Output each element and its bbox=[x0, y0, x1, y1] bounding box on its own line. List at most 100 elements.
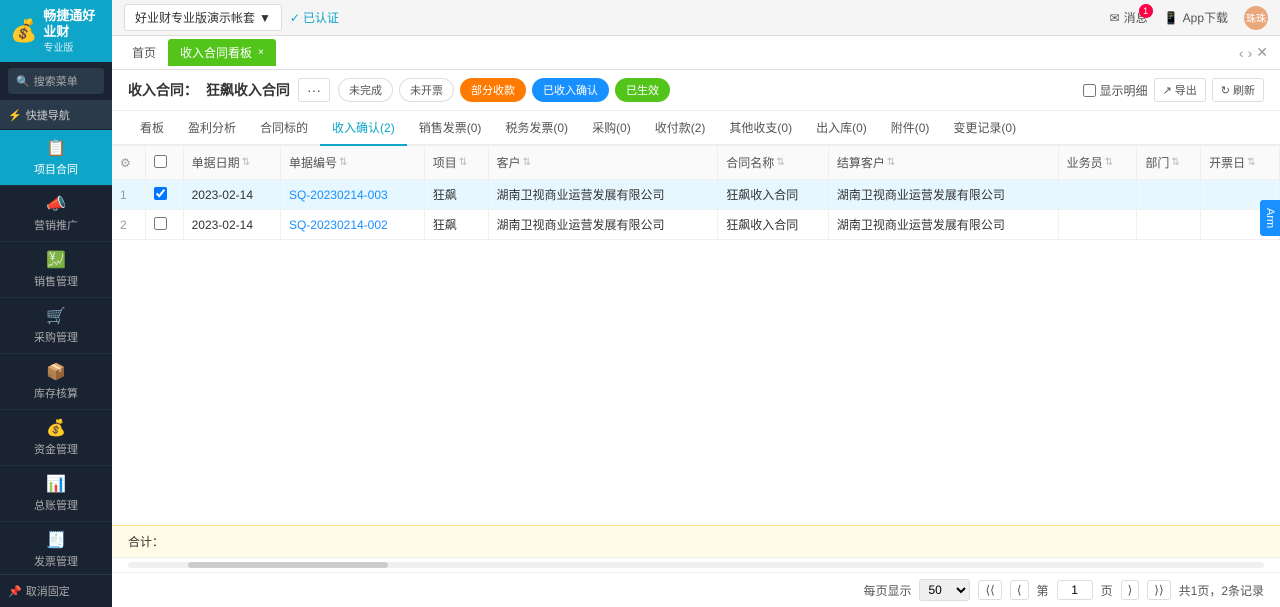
col-header-bill_date[interactable]: 开票日 ⇅ bbox=[1201, 146, 1280, 180]
sub-tab-出入库[interactable]: 出入库(0) bbox=[804, 111, 879, 146]
quick-nav-button[interactable]: ⚡ 快捷导航 bbox=[0, 101, 112, 130]
select-all-checkbox[interactable] bbox=[154, 155, 167, 168]
message-badge: 1 bbox=[1139, 4, 1153, 18]
pin-icon: 📌 bbox=[8, 585, 22, 598]
table-cell-date: 2023-02-14 bbox=[183, 210, 280, 240]
topbar: 好业财专业版演示帐套 ▼ ✓ 已认证 ✉ 消息 1 📱 App下载 珠珠 bbox=[112, 0, 1280, 36]
current-page-input[interactable] bbox=[1057, 580, 1093, 600]
sub-tab-合同标的[interactable]: 合同标的 bbox=[248, 111, 320, 146]
refresh-button[interactable]: ↻ 刷新 bbox=[1212, 78, 1264, 102]
table-cell-checkbox bbox=[146, 180, 183, 210]
right-float-panel[interactable]: Arm bbox=[1260, 200, 1280, 236]
table-header: ⚙ 单据日期 ⇅单据编号 ⇅项目 ⇅客户 ⇅合同名称 ⇅结算客户 ⇅业务员 ⇅部门… bbox=[112, 146, 1280, 180]
sub-tab-看板[interactable]: 看板 bbox=[128, 111, 176, 146]
sidebar-item-invoice[interactable]: 🧾发票管理 bbox=[0, 522, 112, 574]
refresh-icon: ↻ bbox=[1221, 84, 1230, 97]
settings-gear-icon[interactable]: ⚙ bbox=[120, 156, 131, 170]
sub-tab-销售发票[interactable]: 销售发票(0) bbox=[407, 111, 494, 146]
col-header-contract_name[interactable]: 合同名称 ⇅ bbox=[718, 146, 829, 180]
search-menu-button[interactable]: 🔍 搜索菜单 bbox=[8, 68, 104, 94]
marketing-icon: 📣 bbox=[46, 194, 66, 214]
sidebar-item-funds[interactable]: 💰资金管理 bbox=[0, 410, 112, 466]
sub-tab-其他收支[interactable]: 其他收支(0) bbox=[717, 111, 804, 146]
show-detail-checkbox[interactable]: 显示明细 bbox=[1083, 82, 1148, 99]
col-header-end_customer[interactable]: 结算客户 ⇅ bbox=[828, 146, 1058, 180]
topbar-left: 好业财专业版演示帐套 ▼ ✓ 已认证 bbox=[124, 4, 339, 31]
sidebar-item-marketing[interactable]: 📣营销推广 bbox=[0, 186, 112, 242]
table-cell-checkbox bbox=[146, 210, 183, 240]
footer-totals: 合计： bbox=[112, 525, 1280, 557]
tab-close-all-button[interactable]: ✕ bbox=[1256, 44, 1268, 61]
page-size-select[interactable]: 2050100 bbox=[919, 579, 970, 601]
sidebar-bottom[interactable]: 📌 取消固定 bbox=[0, 574, 112, 607]
more-options-button[interactable]: ··· bbox=[298, 78, 330, 102]
sidebar-item-label: 采购管理 bbox=[34, 329, 78, 345]
sub-tab-采购[interactable]: 采购(0) bbox=[580, 111, 643, 146]
company-selector[interactable]: 好业财专业版演示帐套 ▼ bbox=[124, 4, 282, 31]
sub-tab-收付款[interactable]: 收付款(2) bbox=[643, 111, 718, 146]
table-row[interactable]: 12023-02-14SQ-20230214-003狂飙湖南卫视商业运营发展有限… bbox=[112, 180, 1280, 210]
cell-number[interactable]: SQ-20230214-003 bbox=[289, 188, 388, 202]
topbar-right: ✉ 消息 1 📱 App下载 珠珠 bbox=[1110, 6, 1268, 30]
export-button[interactable]: ↗ 导出 bbox=[1154, 78, 1206, 102]
col-header-date[interactable]: 单据日期 ⇅ bbox=[183, 146, 280, 180]
table-cell-contract_name: 狂飙收入合同 bbox=[718, 210, 829, 240]
chevron-down-icon: ▼ bbox=[259, 11, 271, 25]
message-icon: ✉ bbox=[1110, 11, 1120, 25]
home-tab[interactable]: 首页 bbox=[124, 38, 164, 67]
app-type: 专业版 bbox=[43, 39, 102, 54]
tab-next-button[interactable]: › bbox=[1248, 44, 1253, 61]
col-header-department[interactable]: 部门 ⇅ bbox=[1137, 146, 1201, 180]
tab-close-button[interactable]: × bbox=[258, 47, 264, 58]
show-detail-check[interactable] bbox=[1083, 84, 1096, 97]
active-tab[interactable]: 收入合同看板 × bbox=[168, 39, 276, 66]
row-checkbox[interactable] bbox=[154, 217, 167, 230]
verified-badge: ✓ 已认证 bbox=[290, 9, 339, 26]
status-btn-未完成[interactable]: 未完成 bbox=[338, 78, 393, 102]
sub-tab-收入确认[interactable]: 收入确认(2) bbox=[320, 111, 407, 146]
app-download-button[interactable]: 📱 App下载 bbox=[1164, 9, 1228, 26]
sub-tab-变更记录[interactable]: 变更记录(0) bbox=[941, 111, 1028, 146]
cell-number[interactable]: SQ-20230214-002 bbox=[289, 218, 388, 232]
row-checkbox[interactable] bbox=[154, 187, 167, 200]
sidebar: 💰 畅捷通好业财 专业版 🔍 搜索菜单 ⚡ 快捷导航 📋项目合同📣营销推广💹销售… bbox=[0, 0, 112, 607]
status-btn-未开票[interactable]: 未开票 bbox=[399, 78, 454, 102]
user-avatar[interactable]: 珠珠 bbox=[1244, 6, 1268, 30]
col-header-customer[interactable]: 客户 ⇅ bbox=[488, 146, 718, 180]
next-page-button[interactable]: ⟩ bbox=[1121, 580, 1140, 600]
sidebar-item-project[interactable]: 📋项目合同 bbox=[0, 130, 112, 186]
message-button[interactable]: ✉ 消息 1 bbox=[1110, 9, 1148, 26]
sidebar-item-sales[interactable]: 💹销售管理 bbox=[0, 242, 112, 298]
status-btn-部分收款[interactable]: 部分收款 bbox=[460, 78, 526, 102]
status-btn-已生效[interactable]: 已生效 bbox=[615, 78, 670, 102]
sub-tabs: 看板盈利分析合同标的收入确认(2)销售发票(0)税务发票(0)采购(0)收付款(… bbox=[112, 111, 1280, 146]
first-page-button[interactable]: ⟨⟨ bbox=[978, 580, 1001, 600]
sub-tab-税务发票[interactable]: 税务发票(0) bbox=[493, 111, 580, 146]
cell-project: 狂飙 bbox=[433, 188, 457, 202]
last-page-button[interactable]: ⟩⟩ bbox=[1147, 580, 1170, 600]
sub-tab-盈利分析[interactable]: 盈利分析 bbox=[176, 111, 248, 146]
table-row[interactable]: 22023-02-14SQ-20230214-002狂飙湖南卫视商业运营发展有限… bbox=[112, 210, 1280, 240]
sidebar-item-inventory[interactable]: 📦库存核算 bbox=[0, 354, 112, 410]
scroll-thumb[interactable] bbox=[188, 562, 388, 568]
prev-page-button[interactable]: ⟨ bbox=[1010, 580, 1029, 600]
table-cell-salesman bbox=[1058, 180, 1137, 210]
table-cell-project: 狂飙 bbox=[424, 210, 488, 240]
table-cell-project: 狂飙 bbox=[424, 180, 488, 210]
purchase-icon: 🛒 bbox=[46, 306, 66, 326]
col-header-project[interactable]: 项目 ⇅ bbox=[424, 146, 488, 180]
col-header-number[interactable]: 单据编号 ⇅ bbox=[280, 146, 424, 180]
status-btn-已收入确认[interactable]: 已收入确认 bbox=[532, 78, 609, 102]
sidebar-item-accounts[interactable]: 📊总账管理 bbox=[0, 466, 112, 522]
sidebar-item-purchase[interactable]: 🛒 采购管理 bbox=[0, 298, 112, 354]
tabbar: 首页 收入合同看板 × ‹ › ✕ bbox=[112, 36, 1280, 70]
cell-date: 2023-02-14 bbox=[192, 218, 253, 232]
col-header-salesman[interactable]: 业务员 ⇅ bbox=[1058, 146, 1137, 180]
sidebar-item-label: 库存核算 bbox=[34, 385, 78, 401]
sub-tab-附件[interactable]: 附件(0) bbox=[879, 111, 942, 146]
scroll-track[interactable] bbox=[128, 562, 1264, 568]
contract-header: 收入合同： 狂飙收入合同 ··· 未完成未开票部分收款已收入确认已生效 显示明细… bbox=[112, 70, 1280, 111]
logo-icon: 💰 bbox=[10, 18, 37, 44]
tab-prev-button[interactable]: ‹ bbox=[1239, 44, 1244, 61]
page-suffix: 页 bbox=[1101, 582, 1113, 599]
